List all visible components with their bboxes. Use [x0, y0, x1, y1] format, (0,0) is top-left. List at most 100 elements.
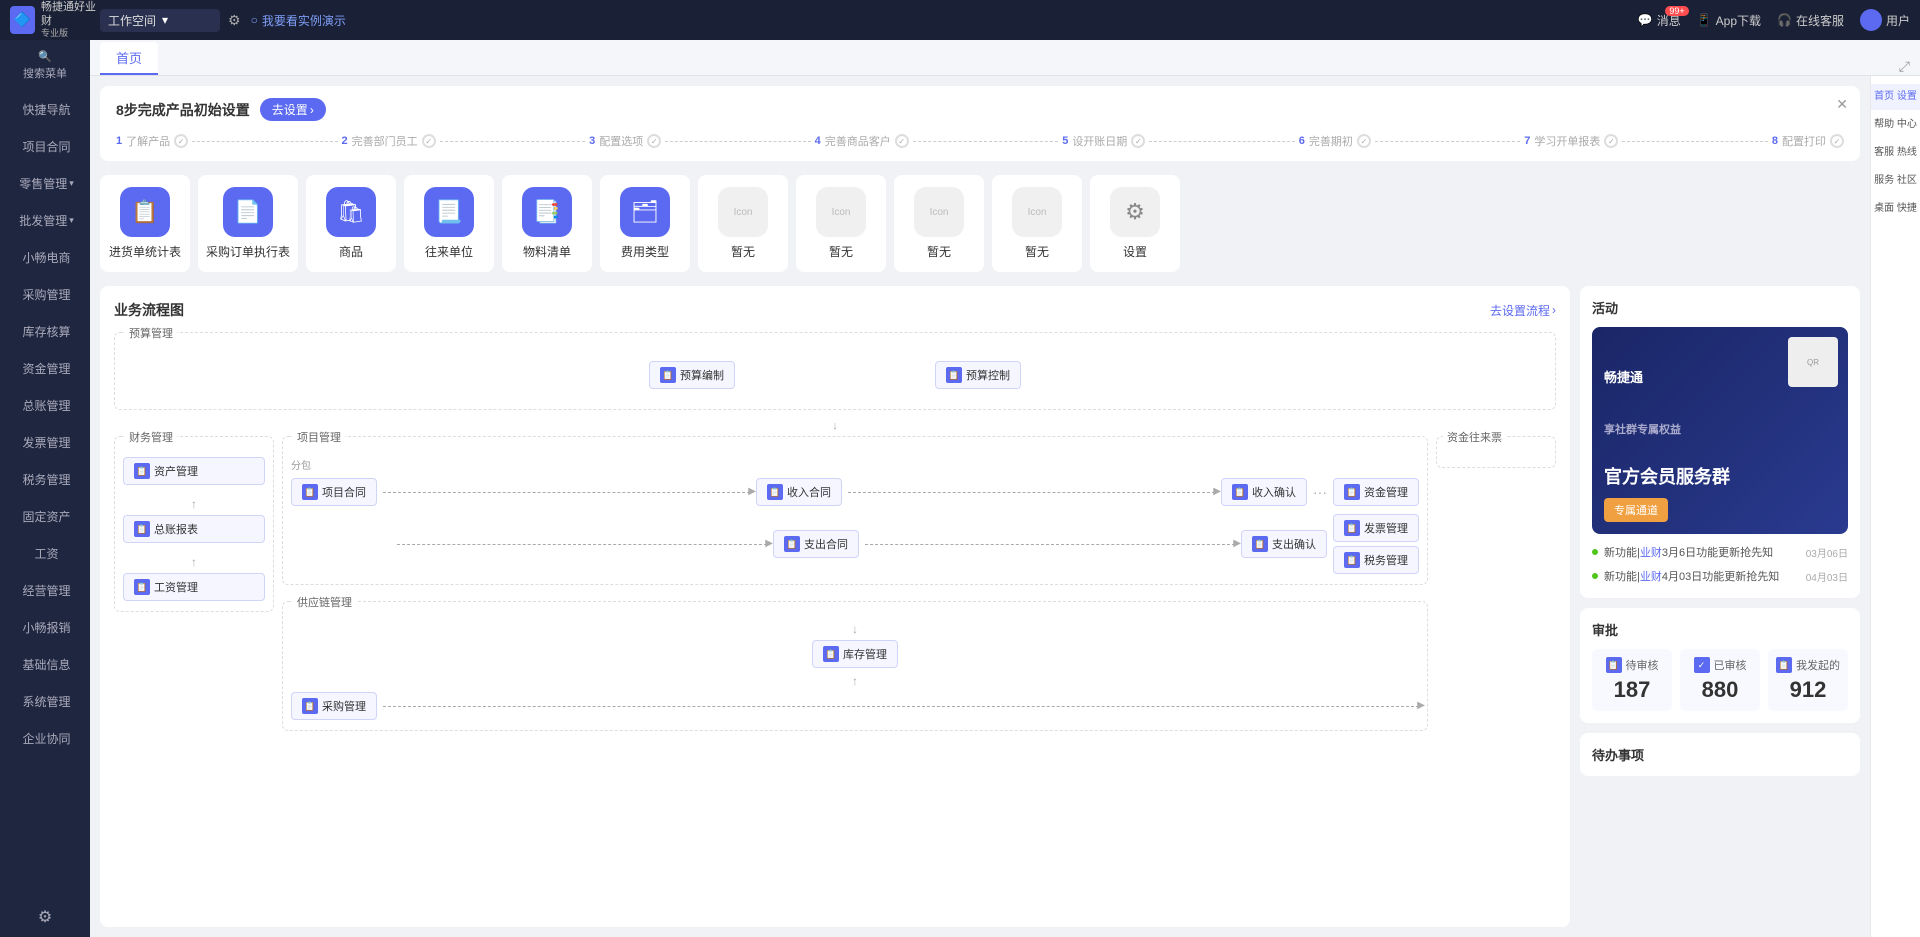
user-avatar[interactable]: 用户 — [1860, 9, 1910, 31]
header-settings-icon[interactable]: ⚙ — [228, 12, 241, 29]
step-divider — [1622, 141, 1767, 142]
tab-home[interactable]: 首页 — [100, 42, 158, 75]
flow-chart-header: 业务流程图 去设置流程 › — [114, 300, 1556, 320]
node-icon: 📋 — [134, 579, 150, 595]
step-4[interactable]: 4 完善商品客户 ✓ — [815, 133, 909, 149]
online-service-button[interactable]: 🎧 在线客服 — [1777, 12, 1844, 29]
approval-card: 审批 📋 待审核 187 — [1580, 608, 1860, 723]
quick-icon-9[interactable]: Icon 暂无 — [992, 175, 1082, 272]
sidebar-item-tax[interactable]: 税务管理 — [0, 461, 90, 498]
approval-stat-pending[interactable]: 📋 待审核 187 — [1592, 649, 1672, 711]
app-download-button[interactable]: 📱 App下载 — [1697, 12, 1761, 29]
flow-node-income-confirm[interactable]: 📋 收入确认 — [1221, 478, 1307, 506]
workspace-selector[interactable]: 工作空间 ▾ — [100, 9, 220, 32]
right-sidebar-desktop[interactable]: 桌面 快捷 — [1871, 196, 1920, 222]
sidebar-item-kuaijie[interactable]: 快捷导航 — [0, 91, 90, 128]
close-button[interactable]: ✕ — [1836, 96, 1848, 113]
sidebar-item-operations[interactable]: 经营管理 — [0, 572, 90, 609]
node-icon: 📋 — [134, 521, 150, 537]
notice-dot-icon — [1592, 573, 1598, 579]
sidebar-item-invoice[interactable]: 发票管理 — [0, 424, 90, 461]
quick-icon-1[interactable]: 📄 采购订单执行表 — [198, 175, 298, 272]
flow-node-project-contract[interactable]: 📋 项目合同 — [291, 478, 377, 506]
sidebar-item-system[interactable]: 系统管理 — [0, 683, 90, 720]
flow-diagram: 预算管理 📋 预算编制 📋 预算控制 — [114, 332, 1556, 752]
message-button[interactable]: 💬 消息 99+ — [1638, 12, 1681, 29]
sidebar-item-purchase[interactable]: 采购管理 — [0, 276, 90, 313]
flow-chart-title: 业务流程图 — [114, 300, 184, 320]
step-divider — [1375, 141, 1520, 142]
sidebar-item-wholesale[interactable]: 批发管理 ▾ — [0, 202, 90, 239]
banner-button[interactable]: 专属通道 — [1604, 498, 1668, 522]
step-3[interactable]: 3 配置选项 ✓ — [589, 133, 661, 149]
flow-node-salary[interactable]: 📋 工资管理 — [123, 573, 265, 601]
flow-node-budget-control[interactable]: 📋 预算编制 — [649, 361, 735, 389]
flow-row-inventory: 📋 库存管理 — [291, 640, 1419, 668]
flow-node-asset[interactable]: 📋 资产管理 — [123, 457, 265, 485]
sidebar-item-salary[interactable]: 工资 — [0, 535, 90, 572]
right-sidebar-home-settings[interactable]: 首页 设置 — [1871, 84, 1920, 110]
icon-circle-6: Icon — [718, 187, 768, 237]
two-col-layout: 业务流程图 去设置流程 › 预算管理 — [100, 286, 1860, 927]
go-settings-button[interactable]: 去设置 › — [260, 98, 326, 121]
quick-icon-8[interactable]: Icon 暂无 — [894, 175, 984, 272]
flow-node-tax[interactable]: 📋 税务管理 — [1333, 546, 1419, 574]
quick-icon-5[interactable]: 🗂 费用类型 — [600, 175, 690, 272]
step-5[interactable]: 5 设开账日期 ✓ — [1062, 133, 1145, 149]
flow-node-inventory[interactable]: 📋 库存管理 — [812, 640, 898, 668]
sidebar-item-ledger[interactable]: 总账管理 — [0, 387, 90, 424]
expand-icon[interactable]: ⤢ — [1899, 58, 1910, 75]
right-sidebar-community[interactable]: 服务 社区 — [1871, 168, 1920, 194]
step-6[interactable]: 6 完善期初 ✓ — [1299, 133, 1371, 149]
flow-section-project: 项目管理 分包 📋 项目合同 — [282, 436, 1428, 585]
flow-node-budget-manage[interactable]: 📋 预算控制 — [935, 361, 1021, 389]
sidebar-item-project[interactable]: 项目合同 — [0, 128, 90, 165]
sidebar-settings-icon[interactable]: ⚙ — [28, 897, 62, 937]
step-2[interactable]: 2 完善部门员工 ✓ — [342, 133, 436, 149]
right-sidebar-help[interactable]: 帮助 中心 — [1871, 112, 1920, 138]
quick-icon-4[interactable]: 📑 物料清单 — [502, 175, 592, 272]
approval-stat-mine[interactable]: 📋 我发起的 912 — [1768, 649, 1848, 711]
flow-node-invoice[interactable]: 📋 发票管理 — [1333, 514, 1419, 542]
sub-package-label: 分包 — [291, 457, 1419, 472]
quick-icon-2[interactable]: 🛍 商品 — [306, 175, 396, 272]
icon-circle-7: Icon — [816, 187, 866, 237]
icon-circle-9: Icon — [1012, 187, 1062, 237]
approval-stat-header-2: 📋 我发起的 — [1774, 657, 1842, 673]
flow-node-ledger[interactable]: 📋 总账报表 — [123, 515, 265, 543]
search-menu[interactable]: 🔍 搜索菜单 — [0, 40, 90, 91]
icon-circle-3: 📃 — [424, 187, 474, 237]
quick-icon-6[interactable]: Icon 暂无 — [698, 175, 788, 272]
flow-node-purchase[interactable]: 📋 采购管理 — [291, 692, 377, 720]
flow-row-budget: 📋 预算编制 📋 预算控制 — [127, 361, 1543, 389]
flow-chart-action[interactable]: 去设置流程 › — [1490, 302, 1556, 319]
sidebar-item-expense[interactable]: 小畅报销 — [0, 609, 90, 646]
approval-stat-done[interactable]: ✓ 已审核 880 — [1680, 649, 1760, 711]
step-1[interactable]: 1 了解产品 ✓ — [116, 133, 188, 149]
right-sidebar-hotline[interactable]: 客服 热线 — [1871, 140, 1920, 166]
flow-right-nodes: 📋 发票管理 📋 税务管理 — [1333, 514, 1419, 574]
sidebar-item-enterprise[interactable]: 企业协同 — [0, 720, 90, 757]
sidebar-item-inventory[interactable]: 库存核算 — [0, 313, 90, 350]
flow-node-expense-confirm[interactable]: 📋 支出确认 — [1241, 530, 1327, 558]
step-check-icon: ✓ — [1131, 134, 1145, 148]
quick-icon-10[interactable]: ⚙ 设置 — [1090, 175, 1180, 272]
flow-node-income-contract[interactable]: 📋 收入合同 — [756, 478, 842, 506]
flow-node-expense-contract[interactable]: 📋 支出合同 — [773, 530, 859, 558]
quick-icon-0[interactable]: 📋 进货单统计表 — [100, 175, 190, 272]
sidebar-item-basic[interactable]: 基础信息 — [0, 646, 90, 683]
logo-text: 畅捷通好业财 专业版 — [41, 1, 100, 38]
sidebar-item-ecommerce[interactable]: 小畅电商 — [0, 239, 90, 276]
quick-icon-7[interactable]: Icon 暂无 — [796, 175, 886, 272]
step-8[interactable]: 8 配置打印 ✓ — [1772, 133, 1844, 149]
approval-num-0: 187 — [1598, 677, 1666, 703]
sidebar-item-capital[interactable]: 资金管理 — [0, 350, 90, 387]
sidebar-item-retail[interactable]: 零售管理 ▾ — [0, 165, 90, 202]
step-7[interactable]: 7 学习开单报表 ✓ — [1524, 133, 1618, 149]
node-icon: 📋 — [302, 698, 318, 714]
sidebar-item-fixed-assets[interactable]: 固定资产 — [0, 498, 90, 535]
quick-icon-3[interactable]: 📃 往来单位 — [404, 175, 494, 272]
node-icon: 📋 — [1344, 552, 1360, 568]
demo-link[interactable]: ○ 我要看实例演示 — [251, 12, 346, 29]
flow-node-capital-manage[interactable]: 📋 资金管理 — [1333, 478, 1419, 506]
